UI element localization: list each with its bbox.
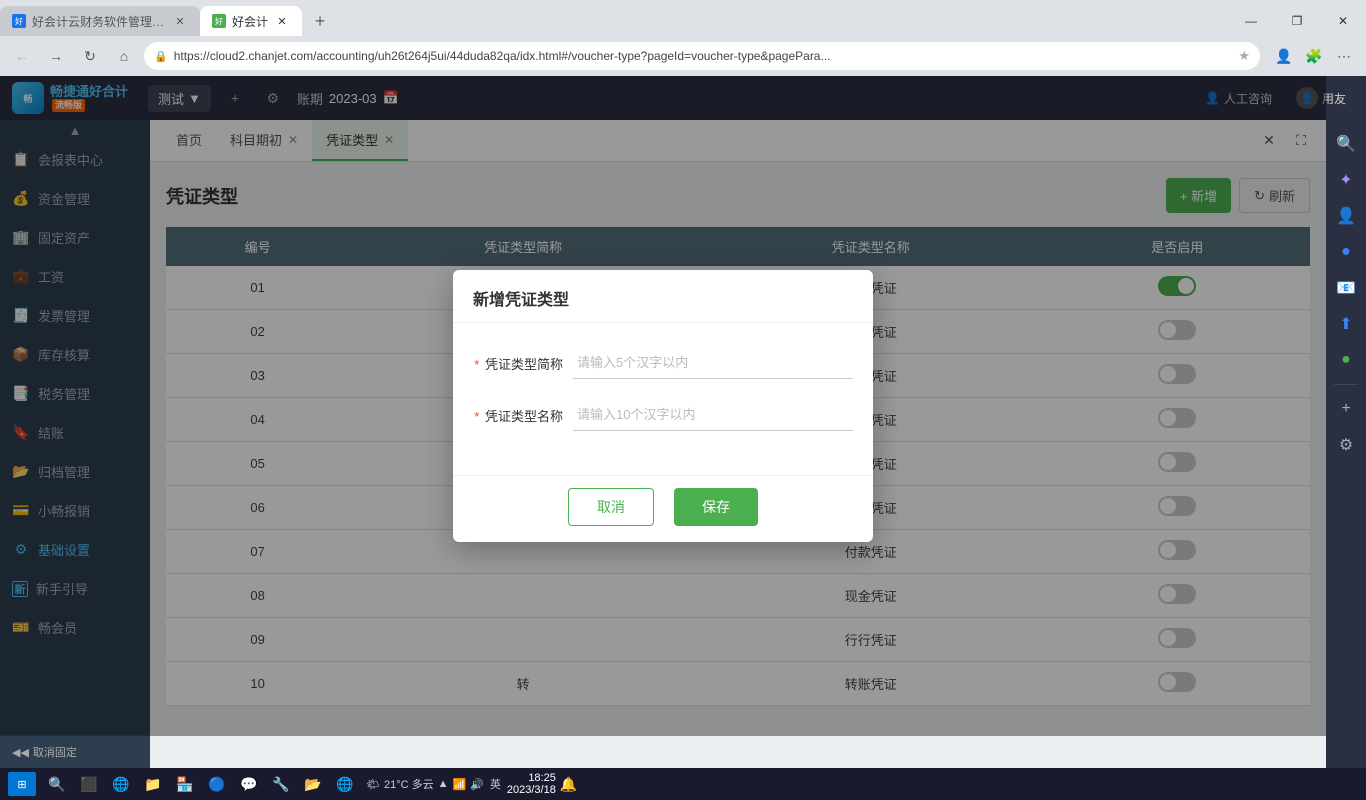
abbr-form-row: * 凭证类型简称 — [473, 347, 853, 379]
restore-button[interactable]: ❐ — [1274, 3, 1320, 39]
name-label: * 凭证类型名称 — [473, 406, 573, 425]
save-button[interactable]: 保存 — [674, 488, 758, 526]
taskbar: ⊞ 🔍 ⬛ 🌐 📁 🏪 🔵 💬 🔧 📂 🌐 🌤 21°C 多云 ▲ 📶 🔊 英 … — [0, 768, 1366, 800]
taskbar-wechat[interactable]: 💬 — [236, 771, 262, 797]
taskbar-folder[interactable]: 📂 — [300, 771, 326, 797]
taskbar-task-view[interactable]: ⬛ — [76, 771, 102, 797]
language-indicator[interactable]: 英 — [488, 776, 503, 792]
forward-button[interactable]: → — [42, 42, 70, 70]
taskbar-msedge2[interactable]: 🌐 — [332, 771, 358, 797]
rp-divider — [1334, 384, 1358, 385]
tab2-title: 好会计 — [232, 13, 268, 30]
browser-tab-1[interactable]: 好 好会计云财务软件管理系统_会计 ✕ — [0, 6, 200, 36]
time-display: 18:25 — [507, 772, 556, 784]
cancel-button[interactable]: 取消 — [568, 488, 654, 526]
date-display: 2023/3/18 — [507, 784, 556, 796]
rp-circle-btn[interactable]: ● — [1330, 236, 1362, 268]
rp-add-btn[interactable]: + — [1330, 393, 1362, 425]
abbr-required: * — [474, 357, 479, 372]
tab1-close[interactable]: ✕ — [172, 13, 188, 29]
modal-dialog: 新增凭证类型 * 凭证类型简称 * 凭证类型名称 取消 保存 — [453, 270, 873, 542]
cancel-fixed-label: 取消固定 — [33, 744, 77, 760]
close-button[interactable]: ✕ — [1320, 3, 1366, 39]
tab1-favicon: 好 — [12, 14, 26, 28]
reload-button[interactable]: ↻ — [76, 42, 104, 70]
name-label-text: 凭证类型名称 — [485, 409, 563, 424]
name-required: * — [474, 409, 479, 424]
taskbar-store[interactable]: 🏪 — [172, 771, 198, 797]
taskbar-tools[interactable]: 🔧 — [268, 771, 294, 797]
name-form-row: * 凭证类型名称 — [473, 399, 853, 431]
profile-icon[interactable]: 👤 — [1270, 42, 1298, 70]
modal-overlay: 新增凭证类型 * 凭证类型简称 * 凭证类型名称 取消 保存 — [0, 76, 1326, 736]
bookmark-icon: ★ — [1238, 48, 1250, 64]
minimize-button[interactable]: — — [1228, 3, 1274, 39]
cancel-fixed-icon: ◀◀ — [12, 746, 29, 759]
back-button[interactable]: ← — [8, 42, 36, 70]
taskbar-search[interactable]: 🔍 — [44, 771, 70, 797]
modal-body: * 凭证类型简称 * 凭证类型名称 — [453, 323, 873, 475]
home-button[interactable]: ⌂ — [110, 42, 138, 70]
rp-green-btn[interactable]: ● — [1330, 344, 1362, 376]
systray-arrow[interactable]: ▲ — [438, 778, 449, 790]
browser-tab-2[interactable]: 好 好会计 ✕ — [200, 6, 302, 36]
browser-menu[interactable]: ⋯ — [1330, 42, 1358, 70]
tab1-title: 好会计云财务软件管理系统_会计 — [32, 13, 166, 30]
taskbar-systray: 🌤 21°C 多云 ▲ 📶 🔊 英 18:25 2023/3/18 🔔 — [366, 772, 577, 796]
rp-search-btn[interactable]: 🔍 — [1330, 128, 1362, 160]
new-tab-button[interactable]: + — [306, 7, 334, 35]
rp-arrow-btn[interactable]: ⬆ — [1330, 308, 1362, 340]
address-bar[interactable]: 🔒 https://cloud2.chanjet.com/accounting/… — [144, 42, 1260, 70]
abbr-input[interactable] — [573, 347, 853, 379]
url-text: https://cloud2.chanjet.com/accounting/uh… — [174, 49, 1233, 63]
modal-footer: 取消 保存 — [453, 475, 873, 542]
start-button[interactable]: ⊞ — [8, 772, 36, 796]
abbr-label: * 凭证类型简称 — [473, 354, 573, 373]
modal-title: 新增凭证类型 — [473, 292, 569, 309]
taskbar-edge[interactable]: 🌐 — [108, 771, 134, 797]
tab2-close[interactable]: ✕ — [274, 13, 290, 29]
tab2-favicon: 好 — [212, 14, 226, 28]
abbr-label-text: 凭证类型简称 — [485, 357, 563, 372]
extensions-icon[interactable]: 🧩 — [1300, 42, 1328, 70]
lock-icon: 🔒 — [154, 50, 168, 63]
taskbar-time: 18:25 2023/3/18 — [507, 772, 556, 796]
rp-star-btn[interactable]: ✦ — [1330, 164, 1362, 196]
taskbar-icons: 🔍 ⬛ 🌐 📁 🏪 🔵 💬 🔧 📂 🌐 — [44, 771, 358, 797]
taskbar-explorer[interactable]: 📁 — [140, 771, 166, 797]
cancel-fixed-button[interactable]: ◀◀ 取消固定 — [0, 735, 150, 768]
taskbar-chrome[interactable]: 🔵 — [204, 771, 230, 797]
modal-header: 新增凭证类型 — [453, 270, 873, 323]
right-panel: 🔍 ✦ 👤 ● 📧 ⬆ ● + ⚙ — [1326, 120, 1366, 768]
rp-person-btn[interactable]: 👤 — [1330, 200, 1362, 232]
weather-icon: 🌤 — [366, 778, 380, 791]
rp-email-btn[interactable]: 📧 — [1330, 272, 1362, 304]
name-input[interactable] — [573, 399, 853, 431]
notification-icon[interactable]: 🔔 — [560, 776, 577, 793]
weather-text: 21°C 多云 — [384, 776, 434, 792]
wifi-icon: 📶 — [453, 778, 467, 791]
volume-icon: 🔊 — [470, 778, 484, 791]
rp-gear-btn[interactable]: ⚙ — [1330, 429, 1362, 461]
